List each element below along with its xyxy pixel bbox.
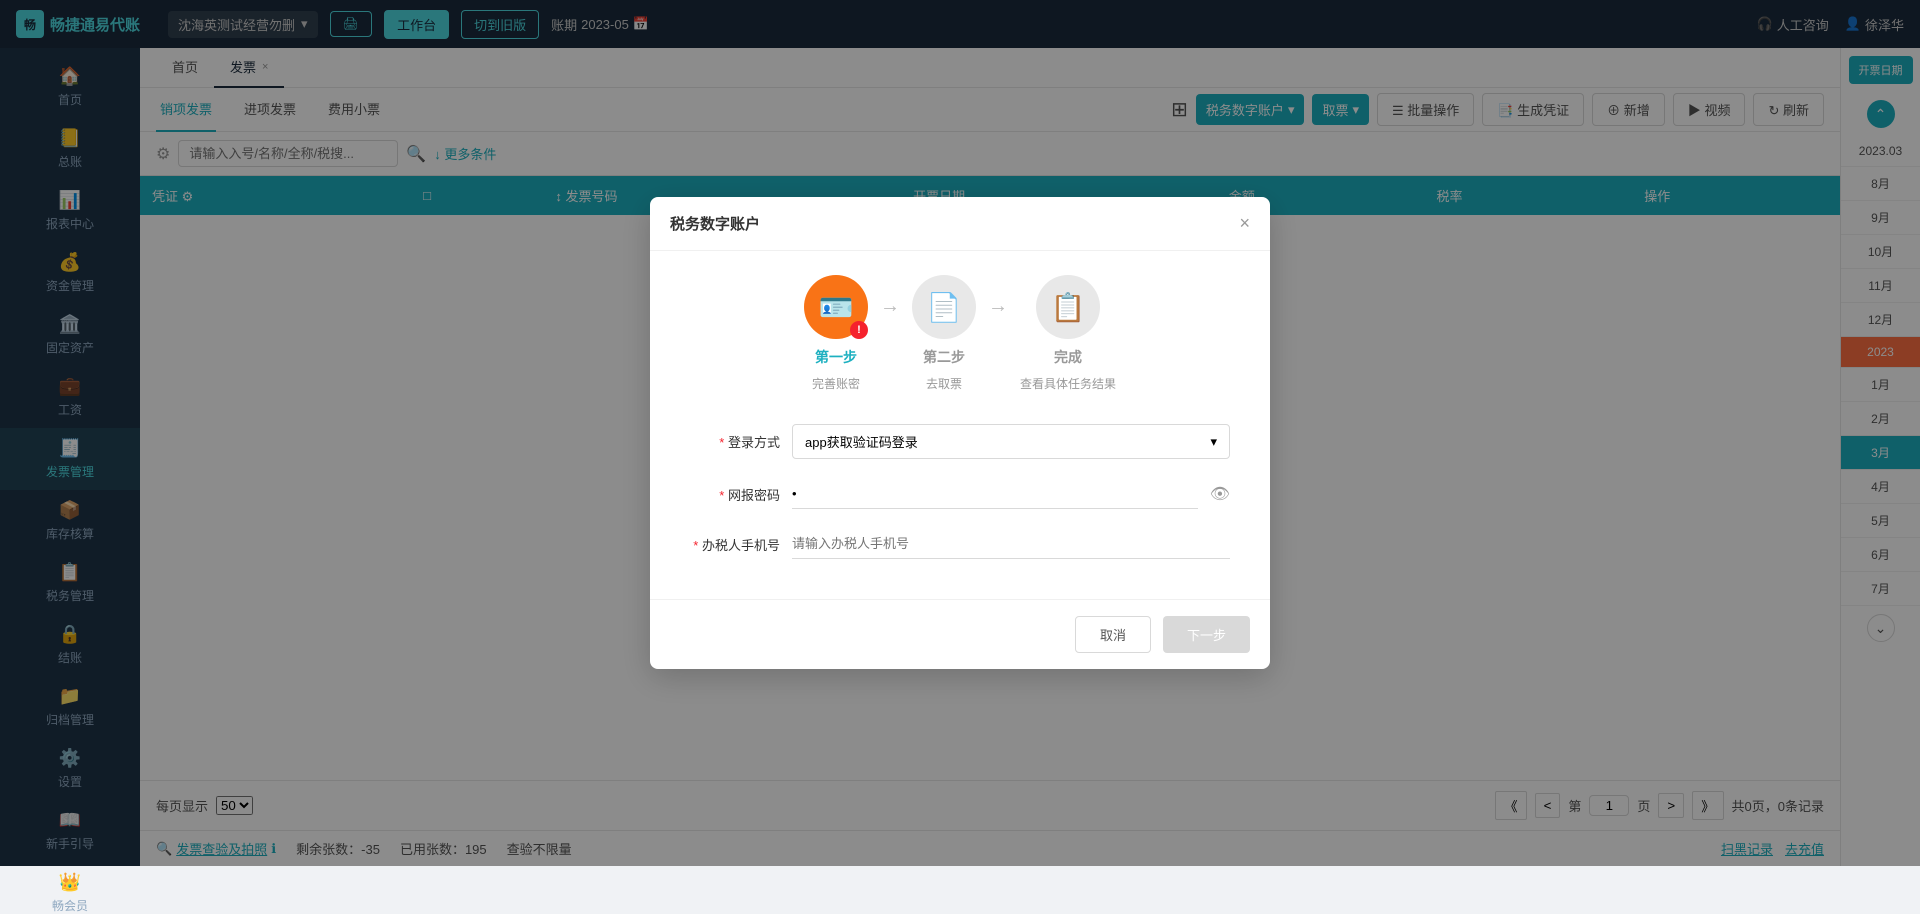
step-1-badge: ! (850, 321, 868, 339)
step-3-icon-wrap: 📋 (1036, 275, 1100, 339)
phone-input[interactable] (792, 529, 1230, 559)
step-1-desc: 完善账密 (812, 375, 860, 392)
phone-label: * 办税人手机号 (690, 535, 780, 554)
eye-icon[interactable]: 👁 (1210, 484, 1230, 504)
step-2: 📄 第二步 去取票 (912, 275, 976, 392)
step-2-icon: 📄 (912, 275, 976, 339)
next-btn[interactable]: 下一步 (1163, 616, 1250, 653)
cancel-btn[interactable]: 取消 (1075, 616, 1151, 653)
password-label-text: 网报密码 (728, 488, 780, 503)
login-method-select[interactable]: app获取验证码登录 ▾ (792, 424, 1230, 459)
modal-header: 税务数字账户 × (650, 197, 1270, 251)
step-2-desc: 去取票 (926, 375, 962, 392)
step-1-label: 第一步 (815, 347, 857, 367)
password-label: * 网报密码 (690, 485, 780, 504)
password-input[interactable] (792, 479, 1198, 509)
modal-dialog: 税务数字账户 × 🪪 ! 第一步 完善账密 → (650, 197, 1270, 669)
password-row: * 网报密码 👁 (690, 479, 1230, 509)
modal-close-btn[interactable]: × (1239, 213, 1250, 234)
login-method-row: * 登录方式 app获取验证码登录 ▾ (690, 424, 1230, 459)
login-method-label-text: 登录方式 (728, 435, 780, 450)
step-1-icon-wrap: 🪪 ! (804, 275, 868, 339)
step-3-icon: 📋 (1036, 275, 1100, 339)
phone-label-text: 办税人手机号 (702, 538, 780, 553)
step-arrow-1: → (880, 295, 900, 318)
login-method-label: * 登录方式 (690, 432, 780, 451)
modal-title: 税务数字账户 (670, 213, 760, 234)
modal-body: 🪪 ! 第一步 完善账密 → 📄 第二步 去取票 → (650, 251, 1270, 599)
select-arrow-icon: ▾ (1210, 434, 1217, 450)
step-arrow-2: → (988, 295, 1008, 318)
login-method-value: app获取验证码登录 (805, 432, 918, 451)
steps-container: 🪪 ! 第一步 完善账密 → 📄 第二步 去取票 → (690, 275, 1230, 392)
step-1: 🪪 ! 第一步 完善账密 (804, 275, 868, 392)
phone-row: * 办税人手机号 (690, 529, 1230, 559)
step-3-label: 完成 (1054, 347, 1082, 367)
step-3-desc: 查看具体任务结果 (1020, 375, 1116, 392)
step-2-icon-wrap: 📄 (912, 275, 976, 339)
step-3: 📋 完成 查看具体任务结果 (1020, 275, 1116, 392)
modal-overlay: 税务数字账户 × 🪪 ! 第一步 完善账密 → (0, 0, 1920, 866)
modal-footer: 取消 下一步 (650, 599, 1270, 669)
step-2-label: 第二步 (923, 347, 965, 367)
